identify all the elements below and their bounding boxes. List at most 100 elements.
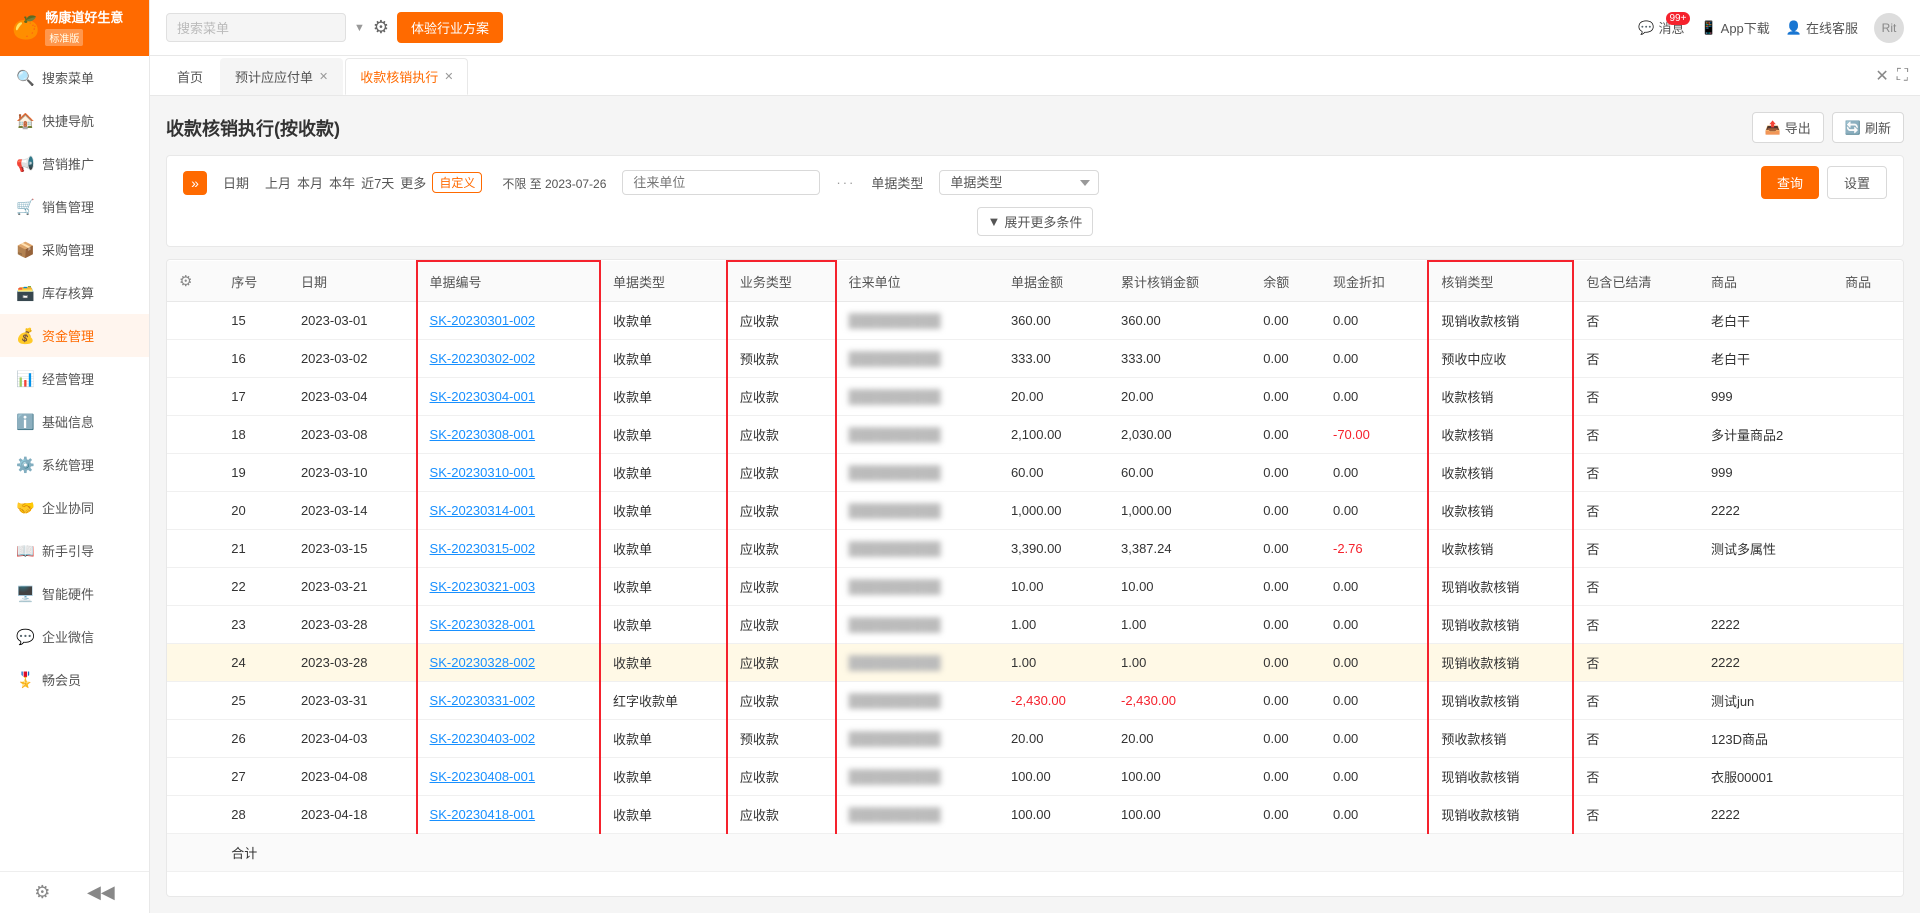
app-download-btn[interactable]: 📱 App下载 xyxy=(1700,18,1769,37)
bill-no-link[interactable]: SK-20230403-002 xyxy=(430,731,536,746)
sidebar-item-inventory[interactable]: 🗃️ 库存核算 xyxy=(0,271,149,314)
table-row[interactable]: 26 2023-04-03 SK-20230403-002 收款单 预收款 ██… xyxy=(167,720,1903,758)
cell-bill-no[interactable]: SK-20230310-001 xyxy=(417,454,600,492)
col-balance[interactable]: 余额 xyxy=(1251,261,1321,302)
sidebar-item-operations[interactable]: 📊 经营管理 xyxy=(0,357,149,400)
col-bill-amount[interactable]: 单据金额 xyxy=(999,261,1109,302)
date-custom-btn[interactable]: 自定义 xyxy=(432,172,482,193)
bill-no-link[interactable]: SK-20230408-001 xyxy=(430,769,536,784)
cell-bill-no[interactable]: SK-20230403-002 xyxy=(417,720,600,758)
settings-bottom-icon[interactable]: ⚙ xyxy=(34,882,50,903)
cell-bill-no[interactable]: SK-20230331-002 xyxy=(417,682,600,720)
filter-toggle-btn[interactable]: » xyxy=(183,171,207,195)
sidebar-item-enterprise[interactable]: 🤝 企业协同 xyxy=(0,486,149,529)
bill-no-link[interactable]: SK-20230418-001 xyxy=(430,807,536,822)
tab-home[interactable]: 首页 xyxy=(162,58,218,95)
sidebar-item-guide[interactable]: 📖 新手引导 xyxy=(0,529,149,572)
sidebar-item-basic[interactable]: ℹ️ 基础信息 xyxy=(0,400,149,443)
tab-payable[interactable]: 预计应应付单 ✕ xyxy=(220,58,343,95)
data-table-container[interactable]: ⚙ 序号 日期 单据编号 单据类型 业务类型 往来单位 单据金额 累计核销金额 … xyxy=(166,259,1904,897)
expand-filter-btn[interactable]: ▼ 展开更多条件 xyxy=(977,207,1094,236)
tab-receipt-close[interactable]: ✕ xyxy=(444,70,453,83)
topbar-dropdown[interactable]: ▼ xyxy=(354,22,365,34)
col-cash-discount[interactable]: 现金折扣 xyxy=(1321,261,1428,302)
col-goods2[interactable]: 商品 xyxy=(1833,261,1903,302)
cell-bill-no[interactable]: SK-20230408-001 xyxy=(417,758,600,796)
sidebar-item-search[interactable]: 🔍 搜索菜单 xyxy=(0,56,149,99)
cell-bill-no[interactable]: SK-20230321-003 xyxy=(417,568,600,606)
filter-settings-btn[interactable]: 设置 xyxy=(1827,166,1887,199)
cell-bill-no[interactable]: SK-20230328-001 xyxy=(417,606,600,644)
bill-type-select[interactable]: 单据类型 xyxy=(939,170,1099,195)
table-row[interactable]: 25 2023-03-31 SK-20230331-002 红字收款单 应收款 … xyxy=(167,682,1903,720)
column-gear-icon[interactable]: ⚙ xyxy=(179,273,192,290)
partner-input[interactable] xyxy=(622,170,820,195)
close-all-tabs-btn[interactable]: ✕ xyxy=(1875,66,1888,86)
bill-no-link[interactable]: SK-20230328-002 xyxy=(430,655,536,670)
online-service-btn[interactable]: 👤 在线客服 xyxy=(1786,18,1858,37)
sidebar-item-sales[interactable]: 🛒 销售管理 xyxy=(0,185,149,228)
sidebar-item-quicknav[interactable]: 🏠 快捷导航 xyxy=(0,99,149,142)
bill-no-link[interactable]: SK-20230304-001 xyxy=(430,389,536,404)
sidebar-item-marketing[interactable]: 📢 营销推广 xyxy=(0,142,149,185)
table-row[interactable]: 20 2023-03-14 SK-20230314-001 收款单 应收款 ██… xyxy=(167,492,1903,530)
messages-btn[interactable]: 💬 消息 99+ xyxy=(1638,18,1684,37)
date-7days[interactable]: 近7天 xyxy=(361,173,394,192)
sidebar-item-finance[interactable]: 💰 资金管理 xyxy=(0,314,149,357)
refresh-btn[interactable]: 🔄 刷新 xyxy=(1832,112,1904,143)
table-row[interactable]: 17 2023-03-04 SK-20230304-001 收款单 应收款 ██… xyxy=(167,378,1903,416)
cell-bill-no[interactable]: SK-20230304-001 xyxy=(417,378,600,416)
sidebar-item-wechat[interactable]: 💬 企业微信 xyxy=(0,615,149,658)
table-row[interactable]: 21 2023-03-15 SK-20230315-002 收款单 应收款 ██… xyxy=(167,530,1903,568)
bill-no-link[interactable]: SK-20230302-002 xyxy=(430,351,536,366)
sidebar-item-hardware[interactable]: 🖥️ 智能硬件 xyxy=(0,572,149,615)
topbar-settings-icon[interactable]: ⚙ xyxy=(373,17,389,38)
tab-receipt-cancel[interactable]: 收款核销执行 ✕ xyxy=(345,58,468,95)
table-row[interactable]: 19 2023-03-10 SK-20230310-001 收款单 应收款 ██… xyxy=(167,454,1903,492)
cell-bill-no[interactable]: SK-20230308-001 xyxy=(417,416,600,454)
bill-no-link[interactable]: SK-20230321-003 xyxy=(430,579,536,594)
table-row[interactable]: 27 2023-04-08 SK-20230408-001 收款单 应收款 ██… xyxy=(167,758,1903,796)
col-gear[interactable]: ⚙ xyxy=(167,261,219,302)
col-goods[interactable]: 商品 xyxy=(1699,261,1833,302)
bill-no-link[interactable]: SK-20230308-001 xyxy=(430,427,536,442)
col-write-type[interactable]: 核销类型 xyxy=(1428,261,1573,302)
table-row[interactable]: 22 2023-03-21 SK-20230321-003 收款单 应收款 ██… xyxy=(167,568,1903,606)
bill-no-link[interactable]: SK-20230314-001 xyxy=(430,503,536,518)
col-cumulative[interactable]: 累计核销金额 xyxy=(1109,261,1251,302)
maximize-btn[interactable]: ⛶ xyxy=(1897,66,1908,86)
tab-payable-close[interactable]: ✕ xyxy=(319,70,328,83)
table-row[interactable]: 18 2023-03-08 SK-20230308-001 收款单 应收款 ██… xyxy=(167,416,1903,454)
export-btn[interactable]: 📤 导出 xyxy=(1752,112,1824,143)
date-last-month[interactable]: 上月 xyxy=(265,173,291,192)
date-more[interactable]: 更多 xyxy=(400,173,426,192)
bill-no-link[interactable]: SK-20230328-001 xyxy=(430,617,536,632)
col-bill-no[interactable]: 单据编号 xyxy=(417,261,600,302)
collapse-icon[interactable]: ◀◀ xyxy=(87,882,115,903)
table-row[interactable]: 16 2023-03-02 SK-20230302-002 收款单 预收款 ██… xyxy=(167,340,1903,378)
bill-no-link[interactable]: SK-20230315-002 xyxy=(430,541,536,556)
date-this-year[interactable]: 本年 xyxy=(329,173,355,192)
topbar-search-area[interactable]: 搜索菜单 xyxy=(166,13,346,42)
bill-no-link[interactable]: SK-20230310-001 xyxy=(430,465,536,480)
col-include-settled[interactable]: 包含已结清 xyxy=(1573,261,1699,302)
sidebar-item-member[interactable]: 🎖️ 畅会员 xyxy=(0,658,149,701)
cell-bill-no[interactable]: SK-20230315-002 xyxy=(417,530,600,568)
cell-bill-no[interactable]: SK-20230314-001 xyxy=(417,492,600,530)
col-partner[interactable]: 往来单位 xyxy=(836,261,999,302)
bill-no-link[interactable]: SK-20230301-002 xyxy=(430,313,536,328)
query-btn[interactable]: 查询 xyxy=(1761,166,1819,199)
avatar[interactable]: Rit xyxy=(1874,13,1904,43)
cell-bill-no[interactable]: SK-20230301-002 xyxy=(417,302,600,340)
bill-no-link[interactable]: SK-20230331-002 xyxy=(430,693,536,708)
sidebar-item-system[interactable]: ⚙️ 系统管理 xyxy=(0,443,149,486)
cell-bill-no[interactable]: SK-20230418-001 xyxy=(417,796,600,834)
industry-btn[interactable]: 体验行业方案 xyxy=(397,12,503,43)
table-row[interactable]: 23 2023-03-28 SK-20230328-001 收款单 应收款 ██… xyxy=(167,606,1903,644)
table-row[interactable]: 24 2023-03-28 SK-20230328-002 收款单 应收款 ██… xyxy=(167,644,1903,682)
table-row[interactable]: 28 2023-04-18 SK-20230418-001 收款单 应收款 ██… xyxy=(167,796,1903,834)
cell-bill-no[interactable]: SK-20230302-002 xyxy=(417,340,600,378)
col-date[interactable]: 日期 xyxy=(289,261,417,302)
col-biz-type[interactable]: 业务类型 xyxy=(727,261,836,302)
table-row[interactable]: 15 2023-03-01 SK-20230301-002 收款单 应收款 ██… xyxy=(167,302,1903,340)
